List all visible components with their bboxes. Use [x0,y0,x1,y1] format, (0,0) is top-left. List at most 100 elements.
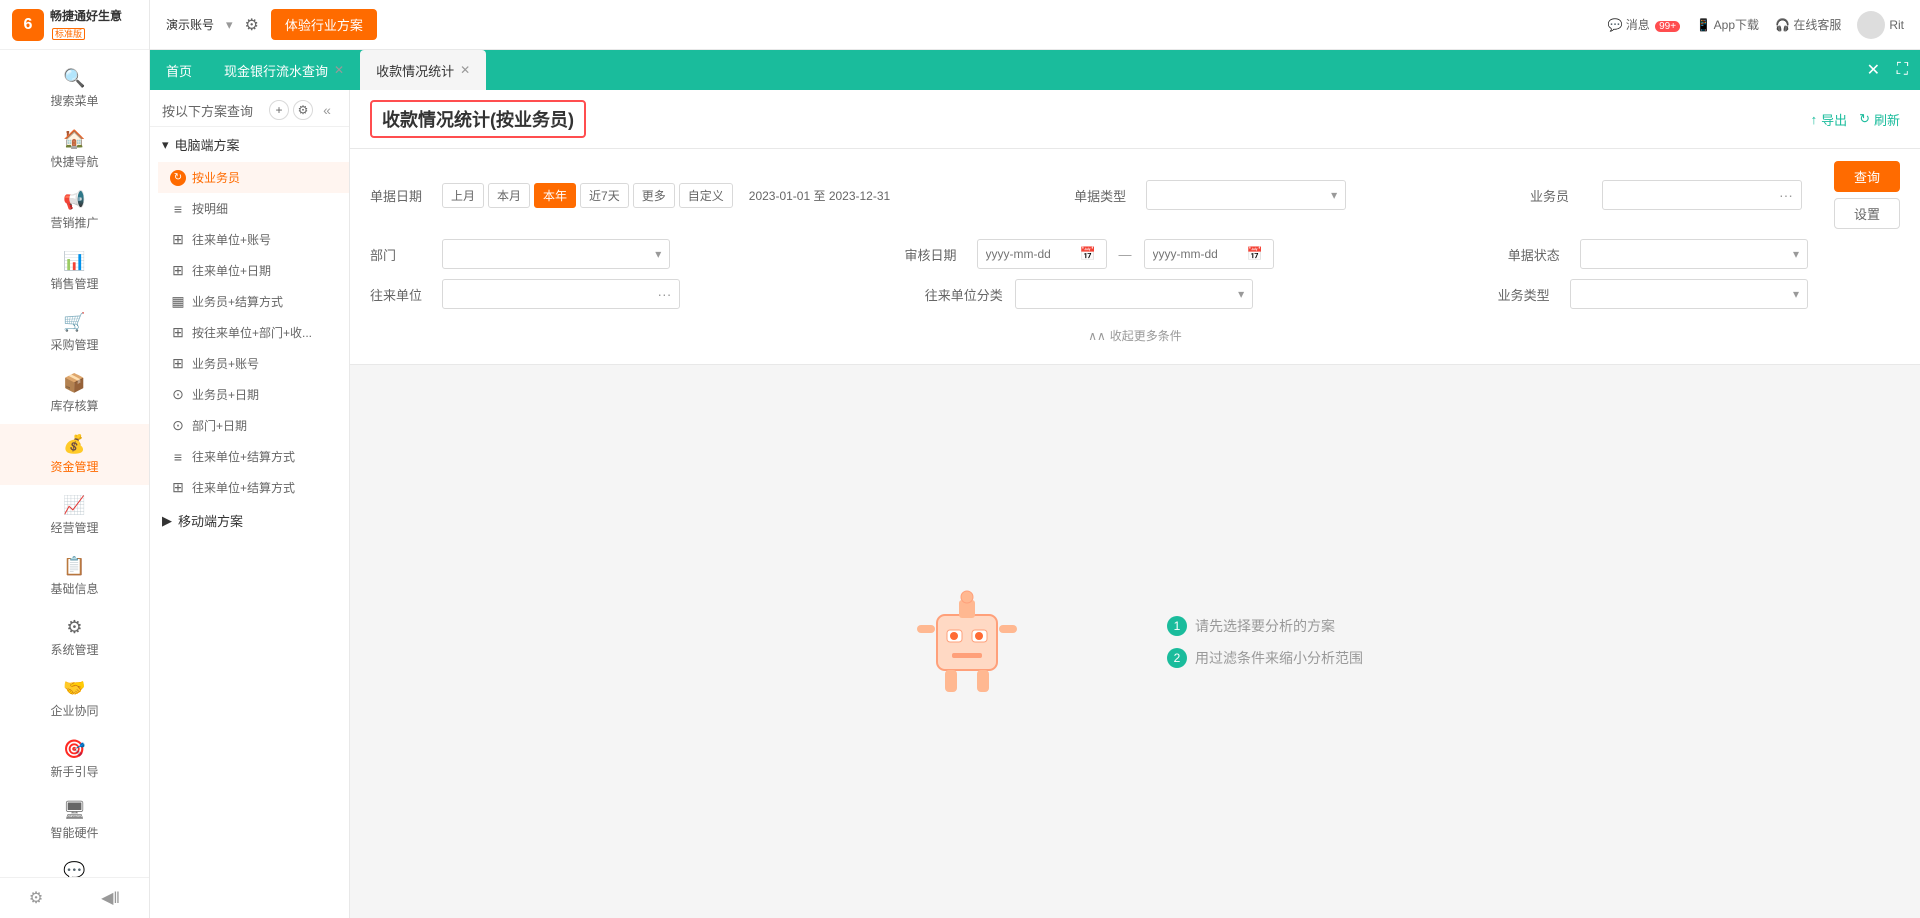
user-avatar[interactable]: Rit [1857,11,1904,39]
filter-setting-btn[interactable]: 设置 [1834,198,1900,229]
hint-item-2: 2 用过滤条件来缩小分析范围 [1167,648,1363,668]
tabbar: 首页 现金银行流水查询 ✕ 收款情况统计 ✕ ✕ ⛶ [150,50,1920,90]
counterpart-type-arrow: ▾ [1238,287,1244,301]
sidebar-item-inventory[interactable]: 📦 库存核算 [0,363,149,424]
scheme-group-desktop-header[interactable]: ▾ 电脑端方案 [150,127,349,162]
scheme-group-mobile-label: 移动端方案 [178,511,243,530]
scheme-item-by-detail[interactable]: ≡ 按明细 [158,193,349,224]
scheme-item-by-salesperson[interactable]: ↻ 按业务员 [158,162,349,193]
scheme-item-salesperson-settlement[interactable]: ▦ 业务员+结算方式 [158,286,349,317]
scheme-item-salesperson-account[interactable]: ⊞ 业务员+账号 [158,348,349,379]
date-btn-custom[interactable]: 自定义 [679,183,733,208]
date-btn-more[interactable]: 更多 [633,183,675,208]
sidebar-item-purchase[interactable]: 🛒 采购管理 [0,302,149,363]
sidebar-item-hardware[interactable]: 🖥 智能硬件 [0,790,149,851]
sidebar-label-operation: 经营管理 [50,519,98,536]
manage-scheme-btn[interactable]: ⚙ [293,100,313,120]
scheme-item-counterpart-settlement2[interactable]: ⊞ 往来单位+结算方式 [158,472,349,503]
filter-row-1: 单据日期 上月 本月 本年 近7天 更多 自定义 2023-01-01 至 20… [370,161,1900,229]
sidebar-label-company: 企业协同 [50,702,98,719]
collapse-scheme-panel-btn[interactable]: « [317,100,337,120]
topbar-dropdown-arrow[interactable]: ▾ [226,17,233,33]
sidebar-label-nav: 快捷导航 [50,153,98,170]
scheme-item-counterpart-date[interactable]: ⊞ 往来单位+日期 [158,255,349,286]
sidebar-item-company[interactable]: 🤝 企业协同 [0,668,149,729]
review-date-start-input[interactable] [986,247,1076,261]
trial-industry-btn[interactable]: 体验行业方案 [271,9,377,40]
table4-icon: ⊞ [170,355,186,372]
export-icon: ↑ [1811,112,1818,127]
scheme-header-btns: + ⚙ « [269,100,337,120]
add-scheme-btn[interactable]: + [269,100,289,120]
dept-label: 部门 [370,245,430,264]
tab-bank[interactable]: 现金银行流水查询 ✕ [208,50,360,90]
sidebar-item-operation[interactable]: 📈 经营管理 [0,485,149,546]
salesperson-select[interactable]: ··· [1602,180,1802,210]
export-btn[interactable]: ↑ 导出 [1811,110,1848,129]
sidebar-item-wechat[interactable]: 💬 企业微信 [0,851,149,877]
logo-area: 6 畅捷通好生意 标准版 [0,0,149,50]
biz-type-select[interactable]: ▾ [1570,279,1808,309]
wechat-icon: 💬 [63,861,85,877]
scheme-group-mobile-header[interactable]: ▶ 移动端方案 [150,503,349,538]
review-date-end-input[interactable] [1153,247,1243,261]
sidebar-item-basic[interactable]: 📋 基础信息 [0,546,149,607]
online-service-btn[interactable]: 🎧 在线客服 [1775,16,1841,33]
salesperson-label: 业务员 [1530,186,1590,205]
sidebar-label-system: 系统管理 [50,641,98,658]
table2-icon: ⊞ [170,262,186,279]
sidebar-item-sales[interactable]: 📊 销售管理 [0,241,149,302]
app-download-btn[interactable]: 📱 App下载 [1696,16,1759,33]
topbar-gear-icon[interactable]: ⚙ [245,15,259,35]
doc-type-arrow: ▾ [1331,188,1337,202]
doc-type-select[interactable]: ▾ [1146,180,1346,210]
doc-status-select[interactable]: ▾ [1580,239,1808,269]
sidebar-item-guide[interactable]: 🎯 新手引导 [0,729,149,790]
counterpart-more-btn[interactable]: ··· [657,286,671,302]
refresh-btn[interactable]: ↻ 刷新 [1859,110,1900,129]
date-btn-this-year[interactable]: 本年 [534,183,576,208]
review-date-start[interactable]: 📅 [977,239,1107,269]
result-empty-area: 1 请先选择要分析的方案 2 用过滤条件来缩小分析范围 [350,365,1920,918]
scheme-item-counterpart-account[interactable]: ⊞ 往来单位+账号 [158,224,349,255]
dept-arrow: ▾ [655,247,661,261]
sidebar-item-system[interactable]: ⚙ 系统管理 [0,607,149,668]
collapse-text: ∧∧ 收起更多条件 [1088,327,1182,344]
tab-home[interactable]: 首页 [150,50,208,90]
review-date-end[interactable]: 📅 [1144,239,1274,269]
date-btn-last-7days[interactable]: 近7天 [580,183,629,208]
collapse-more-row[interactable]: ∧∧ 收起更多条件 [370,319,1900,352]
date-btn-this-month[interactable]: 本月 [488,183,530,208]
clock2-icon: ⊙ [170,417,186,434]
scheme-item-salesperson-date[interactable]: ⊙ 业务员+日期 [158,379,349,410]
tabbar-expand-btn[interactable]: ⛶ [1897,61,1908,79]
marketing-icon: 📢 [63,190,85,211]
sidebar-item-nav[interactable]: 🏠 快捷导航 [0,119,149,180]
logo-icon: 6 [12,9,44,41]
counterpart-type-label: 往来单位分类 [925,285,1003,304]
counterpart-select[interactable]: ··· [442,279,680,309]
tabbar-close-all-btn[interactable]: ✕ [1867,60,1880,80]
salesperson-more-btn[interactable]: ··· [1779,187,1793,203]
scheme-item-dept-date[interactable]: ⊙ 部门+日期 [158,410,349,441]
tab-bank-close[interactable]: ✕ [334,63,344,77]
page-header-actions: ↑ 导出 ↻ 刷新 [1811,110,1900,129]
date-btn-last-month[interactable]: 上月 [442,183,484,208]
scheme-item-counterpart-settlement1[interactable]: ≡ 往来单位+结算方式 [158,441,349,472]
scheme-group-desktop-label: 电脑端方案 [175,135,240,154]
sidebar-label-search: 搜索菜单 [50,92,98,109]
scheme-item-counterpart-dept[interactable]: ⊞ 按往来单位+部门+收... [158,317,349,348]
sidebar-settings-btn[interactable]: ⚙ [29,888,43,908]
result-hints: 1 请先选择要分析的方案 2 用过滤条件来缩小分析范围 [1167,616,1363,668]
counterpart-type-select[interactable]: ▾ [1015,279,1253,309]
query-btn[interactable]: 查询 [1834,161,1900,192]
dept-select[interactable]: ▾ [442,239,670,269]
message-btn[interactable]: 💬 消息 99+ [1607,16,1680,33]
sidebar-item-search[interactable]: 🔍 搜索菜单 [0,58,149,119]
tab-receipt[interactable]: 收款情况统计 ✕ [360,50,486,90]
sidebar-item-marketing[interactable]: 📢 营销推广 [0,180,149,241]
calendar-end-icon: 📅 [1247,246,1263,262]
sidebar-collapse-btn[interactable]: ◀‖ [101,888,120,908]
tab-receipt-close[interactable]: ✕ [460,63,470,77]
sidebar-item-finance[interactable]: 💰 资金管理 [0,424,149,485]
